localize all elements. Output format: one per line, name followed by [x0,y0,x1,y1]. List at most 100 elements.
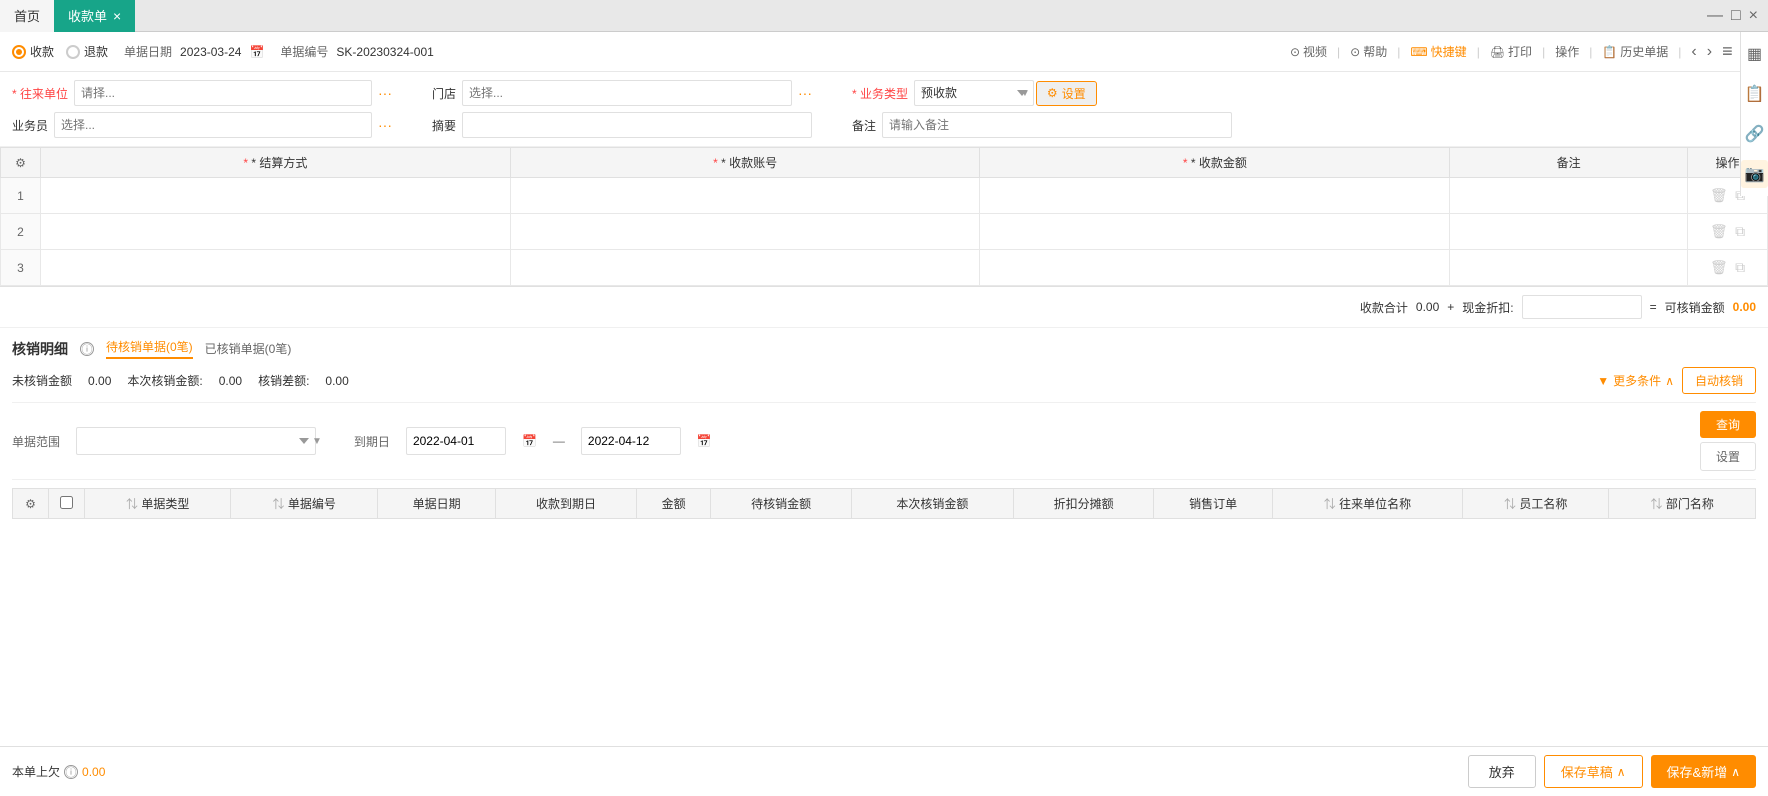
staff-more-btn[interactable]: ··· [378,117,392,133]
row-2-delete-icon[interactable]: 🗑 [1710,223,1728,239]
date-from-input[interactable] [406,427,506,455]
business-type-select[interactable]: 预收款 [914,80,1034,106]
nav-left-icon[interactable]: ‹ [1691,43,1696,61]
sidebar-link-icon[interactable]: 🔗 [1741,120,1768,148]
help-btn[interactable]: ⊙ 帮助 [1350,43,1387,60]
col-amount-header: * * 收款金额 [980,148,1450,178]
select-all-checkbox[interactable] [60,496,73,509]
verify-info-icon[interactable]: ⓘ [80,342,94,356]
done-tab[interactable]: 已核销单据(0笔) [205,340,292,357]
next-info-icon[interactable]: ⓘ [64,765,78,779]
table-gear-icon[interactable]: ⚙ [15,156,26,170]
row-3-settlement[interactable] [41,250,511,286]
divider-3: | [1477,45,1480,59]
settings-button[interactable]: ⚙ 设置 [1036,81,1097,106]
equals-sign: = [1650,300,1657,314]
sidebar-table-icon[interactable]: ▦ [1743,40,1766,68]
row-2-settlement[interactable] [41,214,511,250]
note-input[interactable] [882,112,1232,138]
refund-radio[interactable]: 退款 [66,43,108,60]
save-new-label: 保存&新增 [1667,762,1728,781]
row-3-delete-icon[interactable]: 🗑 [1710,259,1728,275]
row-2-amount[interactable] [980,214,1450,250]
range-label: 单据范围 [12,433,60,450]
menu-icon[interactable]: ≡ [1722,41,1733,62]
sidebar-book-icon[interactable]: 📋 [1741,80,1768,108]
row-3-amount[interactable] [980,250,1450,286]
date-header-label: 单据日期 [413,497,461,511]
partner-input[interactable] [74,80,372,106]
row-1-note[interactable] [1450,178,1688,214]
maximize-icon[interactable]: □ [1731,7,1741,25]
video-label: 视频 [1303,43,1327,60]
print-btn[interactable]: 🖨 打印 [1490,43,1532,60]
doc-date-value: 2023-03-24 [180,45,241,59]
calendar-from-icon[interactable]: 📅 [522,434,537,448]
history-btn[interactable]: 📋 历史单据 [1602,43,1668,60]
row-2-note[interactable] [1450,214,1688,250]
row-3-note[interactable] [1450,250,1688,286]
next-value: 0.00 [82,765,105,779]
table-row: 2 🗑 ⧉ [1,214,1768,250]
calendar-to-icon[interactable]: 📅 [697,434,712,448]
help-icon: ⊙ [1350,45,1360,59]
row-3-copy-icon[interactable]: ⧉ [1735,259,1745,275]
verify-table-container: ⚙ ⇅ 单据类型 ⇅ 单据编号 [12,488,1756,519]
draft-button[interactable]: 保存草稿 ∧ [1544,755,1643,788]
receipt-radio-label: 收款 [30,43,54,60]
nav-right-icon[interactable]: › [1707,43,1712,61]
cash-discount-input[interactable] [1522,295,1642,319]
pending-tab[interactable]: 待核销单据(0笔) [106,338,193,359]
sum-label-2: 现金折扣: [1462,299,1513,316]
row-1-settlement[interactable] [41,178,511,214]
tab-receipt[interactable]: 收款单 × [54,0,135,32]
receipt-radio[interactable]: 收款 [12,43,54,60]
verify-section: 核销明细 ⓘ 待核销单据(0笔) 已核销单据(0笔) 未核销金额 0.00 本次… [0,328,1768,796]
summary-group: 摘要 [432,112,812,138]
sum-value-1: 0.00 [1416,300,1439,314]
close-window-icon[interactable]: × [1749,7,1758,25]
query-button[interactable]: 查询 [1700,411,1756,438]
shop-label: 门店 [432,85,456,102]
col-note-header: 备注 [1450,148,1688,178]
shop-input[interactable] [462,80,792,106]
discard-button[interactable]: 放弃 [1468,755,1536,788]
verify-table-gear-icon[interactable]: ⚙ [25,497,36,511]
shop-more-btn[interactable]: ··· [798,85,812,101]
minimize-icon[interactable]: — [1707,7,1723,25]
sort-icon-4: ⇅ [1504,497,1516,511]
note-label: 备注 [852,117,876,134]
partner-label: * 往来单位 [12,85,68,102]
toolbar-actions: ⊙ 视频 | ⊙ 帮助 | ⌨ 快捷键 | 🖨 打印 | 操作 | [1290,41,1756,62]
receipt-table: ⚙ * * 结算方式 * * 收款账号 * * 收款金额 [0,147,1768,286]
row-1-delete-icon[interactable]: 🗑 [1710,187,1728,203]
refund-radio-dot [66,45,80,59]
shortcut-btn[interactable]: ⌨ 快捷键 [1410,43,1466,60]
operation-btn[interactable]: 操作 [1555,43,1579,60]
row-1-account[interactable] [510,178,980,214]
range-select[interactable] [76,427,316,455]
row-2-copy-icon[interactable]: ⧉ [1735,223,1745,239]
sidebar-screenshot-icon[interactable]: 📷 [1741,160,1768,188]
row-2-account[interactable] [510,214,980,250]
sum-value-3: 0.00 [1733,300,1756,314]
filter-settings-button[interactable]: 设置 [1700,442,1756,471]
staff-input[interactable] [54,112,372,138]
tab-home[interactable]: 首页 [0,0,54,32]
tab-close-icon[interactable]: × [113,8,121,24]
no-header-label: 单据编号 [288,497,336,511]
summary-input[interactable] [462,112,812,138]
partner-group: * 往来单位 ··· [12,80,392,106]
more-conditions-btn[interactable]: ▼ 更多条件 ∧ [1597,372,1674,389]
row-1-amount[interactable] [980,178,1450,214]
divider-1: | [1337,45,1340,59]
diff-value: 0.00 [325,374,348,388]
row-3-account[interactable] [510,250,980,286]
doc-date-calendar-icon[interactable]: 📅 [249,45,264,59]
save-new-button[interactable]: 保存&新增 ∧ [1651,755,1756,788]
current-verify-value: 0.00 [219,374,242,388]
date-to-input[interactable] [581,427,681,455]
video-btn[interactable]: ⊙ 视频 [1290,43,1327,60]
partner-more-btn[interactable]: ··· [378,85,392,101]
auto-verify-btn[interactable]: 自动核销 [1682,367,1756,394]
